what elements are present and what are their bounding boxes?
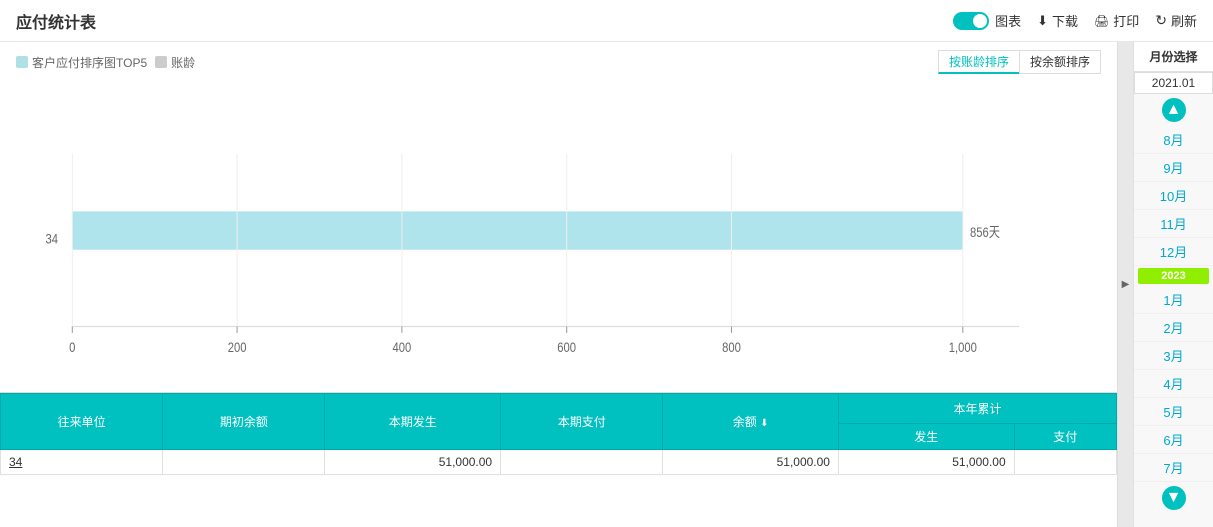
svg-text:0: 0	[69, 339, 75, 356]
col-opening-header: 期初余额	[163, 394, 325, 450]
page-title: 应付统计表	[16, 9, 96, 33]
cell-current-occur: 51,000.00	[325, 450, 501, 475]
month-item-3[interactable]: 3月	[1134, 342, 1213, 370]
col-unit-header: 往来单位	[1, 394, 163, 450]
sidebar-title: 月份选择	[1134, 42, 1213, 72]
print-icon	[1094, 13, 1109, 28]
svg-text:600: 600	[557, 339, 576, 356]
up-arrow-circle[interactable]: ▲	[1162, 98, 1186, 122]
svg-text:856天: 856天	[970, 224, 1000, 241]
svg-text:400: 400	[393, 339, 412, 356]
cell-balance: 51,000.00	[663, 450, 839, 475]
month-up-arrow[interactable]: ▲	[1134, 94, 1213, 126]
year-input[interactable]	[1134, 72, 1213, 94]
refresh-button[interactable]: 刷新	[1155, 11, 1197, 30]
col-balance-header: 余额 ⬇	[663, 394, 839, 450]
col-current-occur-header: 本期发生	[325, 394, 501, 450]
chart-legend: 客户应付排序图TOP5 账龄	[16, 54, 195, 71]
col-ytd-pay-header: 支付	[1014, 424, 1116, 450]
chart-sort-buttons: 按账龄排序 按余额排序	[938, 50, 1101, 74]
month-item-1[interactable]: 1月	[1134, 286, 1213, 314]
month-down-arrow[interactable]: ▼	[1134, 482, 1213, 514]
refresh-icon	[1155, 12, 1167, 29]
sort-by-balance-button[interactable]: 按账龄排序	[938, 50, 1019, 74]
legend-age-dot	[155, 56, 167, 68]
svg-text:1,000: 1,000	[949, 339, 977, 356]
cell-unit[interactable]: 34	[1, 450, 163, 475]
chart-toggle[interactable]	[953, 12, 989, 30]
month-item-8[interactable]: 8月	[1134, 126, 1213, 154]
year-badge: 2023	[1138, 268, 1209, 284]
legend-age-label: 账龄	[171, 54, 195, 71]
cell-ytd-occur: 51,000.00	[838, 450, 1014, 475]
sidebar-collapse-button[interactable]: ▶	[1117, 42, 1133, 527]
data-table: 往来单位 期初余额 本期发生 本期支付 余额 ⬇ 本年累计	[0, 392, 1117, 475]
month-item-2[interactable]: 2月	[1134, 314, 1213, 342]
month-sidebar: 月份选择 ▲ 8月 9月 10月 11月 12月 2023 1月 2月 3月 4…	[1133, 42, 1213, 527]
legend-color-dot	[16, 56, 28, 68]
month-item-12[interactable]: 12月	[1134, 238, 1213, 266]
cell-ytd-pay	[1014, 450, 1116, 475]
col-ytd-occur-header: 发生	[838, 424, 1014, 450]
chart-toggle-label: 图表	[995, 11, 1021, 30]
download-icon	[1037, 13, 1048, 29]
month-item-4[interactable]: 4月	[1134, 370, 1213, 398]
print-label: 打印	[1113, 11, 1139, 30]
refresh-label: 刷新	[1171, 11, 1197, 30]
month-item-9[interactable]: 9月	[1134, 154, 1213, 182]
month-item-6[interactable]: 6月	[1134, 426, 1213, 454]
download-button[interactable]: 下载	[1037, 11, 1078, 30]
month-item-10[interactable]: 10月	[1134, 182, 1213, 210]
month-list: 8月 9月 10月 11月 12月 2023 1月 2月 3月 4月 5月 6月…	[1134, 126, 1213, 482]
month-item-11[interactable]: 11月	[1134, 210, 1213, 238]
sort-by-amount-button[interactable]: 按余额排序	[1019, 50, 1101, 74]
col-current-pay-header: 本期支付	[501, 394, 663, 450]
svg-text:200: 200	[228, 339, 247, 356]
month-item-7[interactable]: 7月	[1134, 454, 1213, 482]
cell-current-pay	[501, 450, 663, 475]
col-ytd-header: 本年累计	[838, 394, 1116, 424]
month-item-5[interactable]: 5月	[1134, 398, 1213, 426]
bar-chart: 34 856天 0 200 400	[0, 82, 1117, 392]
down-arrow-circle[interactable]: ▼	[1162, 486, 1186, 510]
cell-opening	[163, 450, 325, 475]
chart-toggle-wrap: 图表	[953, 11, 1021, 30]
download-label: 下载	[1052, 11, 1078, 30]
table-row: 34 51,000.00 51,000.00 51,000.00	[1, 450, 1117, 475]
svg-text:34: 34	[46, 230, 59, 247]
svg-text:800: 800	[722, 339, 741, 356]
legend-label: 客户应付排序图TOP5	[32, 54, 147, 71]
print-button[interactable]: 打印	[1094, 11, 1139, 30]
